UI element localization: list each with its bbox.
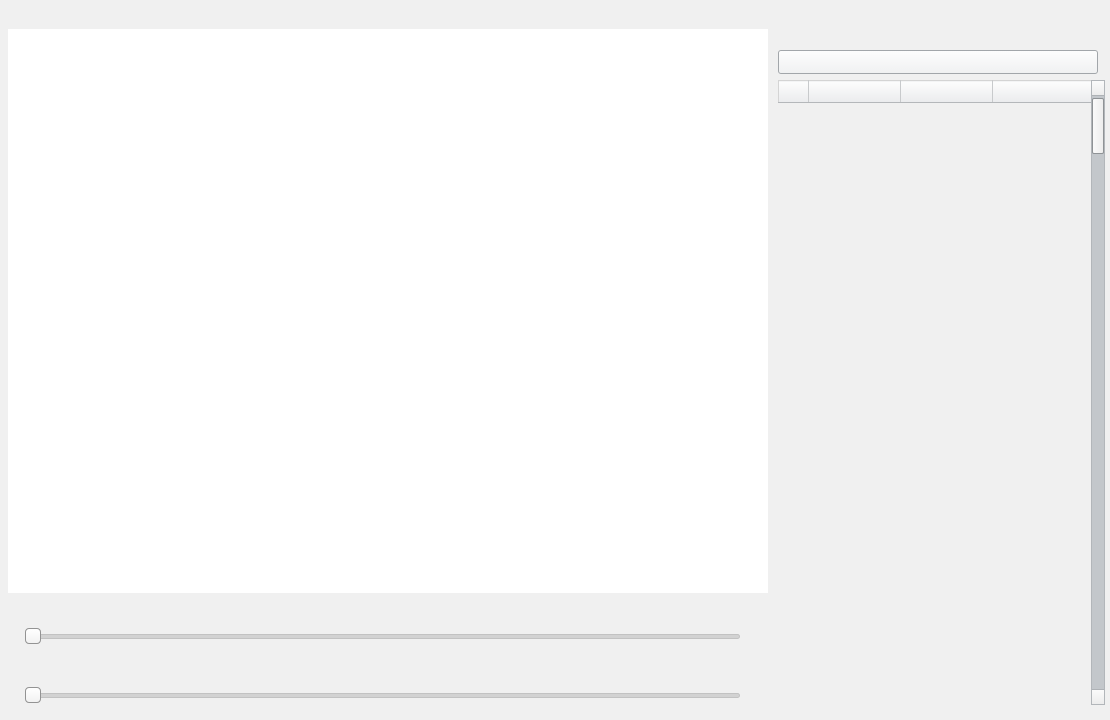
- scroll-down-icon[interactable]: [1092, 689, 1104, 704]
- table-corner-header[interactable]: [779, 81, 809, 103]
- elevation-slider-row: [0, 687, 770, 703]
- azimuth-slider-row: [0, 628, 770, 644]
- column-header-c[interactable]: [993, 81, 1092, 103]
- table-header-row: [779, 81, 1092, 103]
- scrollbar-thumb[interactable]: [1092, 98, 1104, 154]
- table-scrollbar[interactable]: [1091, 80, 1105, 705]
- menu-item-about[interactable]: [18, 9, 36, 13]
- azimuth-slider[interactable]: [25, 628, 740, 644]
- azimuth-slider-track[interactable]: [25, 634, 740, 639]
- column-header-a[interactable]: [809, 81, 901, 103]
- elevation-slider-handle[interactable]: [25, 687, 41, 703]
- plot-3d-wireframe: [8, 29, 768, 593]
- elevation-slider-track[interactable]: [25, 693, 740, 698]
- menu-bar: [0, 0, 1110, 21]
- elevation-slider[interactable]: [25, 687, 740, 703]
- plot-type-dropdown[interactable]: [778, 50, 1098, 74]
- data-table: [778, 80, 1105, 705]
- plot-canvas: [8, 29, 768, 593]
- column-header-b[interactable]: [901, 81, 993, 103]
- menu-item-file[interactable]: [0, 9, 18, 13]
- azimuth-slider-handle[interactable]: [25, 628, 41, 644]
- scroll-up-icon[interactable]: [1092, 81, 1104, 96]
